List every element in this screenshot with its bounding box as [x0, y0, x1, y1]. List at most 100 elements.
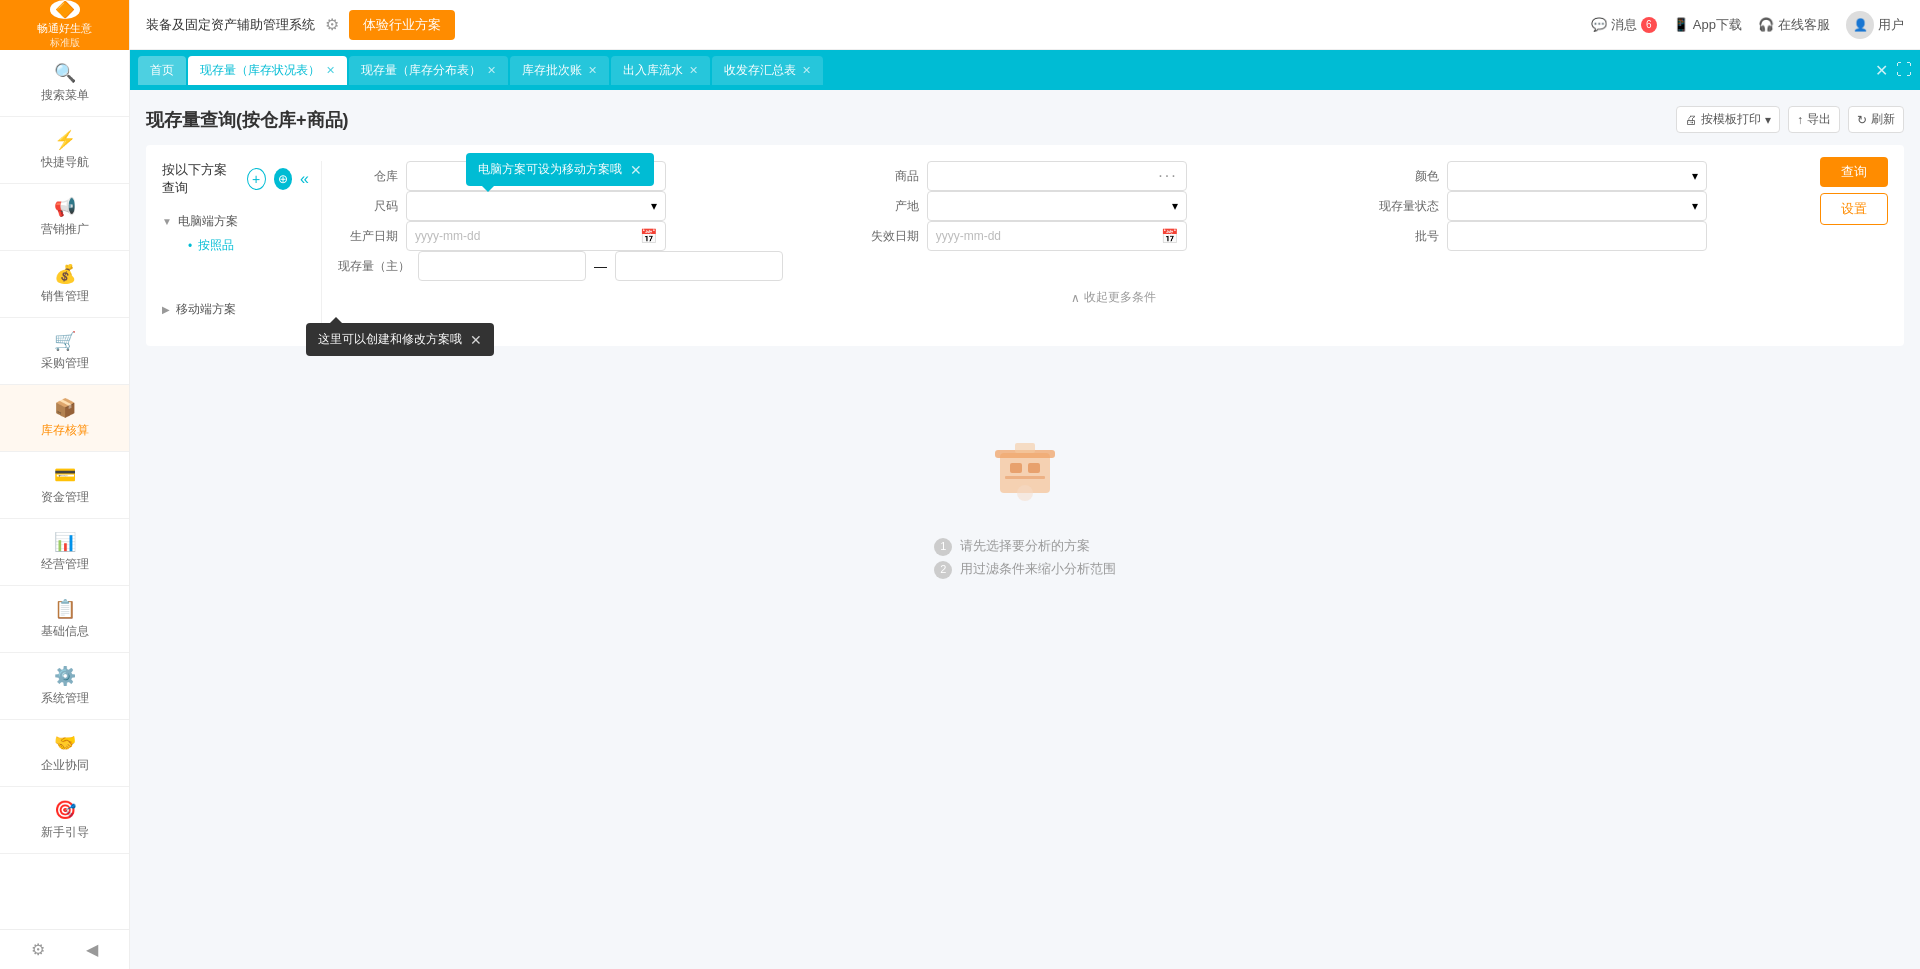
expire-date-input[interactable]: yyyy-mm-dd 📅 — [927, 221, 1187, 251]
scheme-group-arrow: ▼ — [162, 216, 172, 227]
tab-collect-summary-close[interactable]: ✕ — [802, 64, 811, 77]
tab-inventory-dist-close[interactable]: ✕ — [487, 64, 496, 77]
close-all-tabs-icon[interactable]: ✕ — [1875, 61, 1888, 80]
tab-inout-flow-close[interactable]: ✕ — [689, 64, 698, 77]
refresh-icon: ↻ — [1857, 113, 1867, 127]
export-btn[interactable]: ↑ 导出 — [1788, 106, 1840, 133]
app-logo: 🔶 畅通好生意 标准版 — [0, 0, 129, 50]
settings-icon[interactable]: ⚙ — [31, 940, 45, 959]
filter-field-color: 颜色 ▾ — [1379, 161, 1888, 191]
filter-content: 仓库 ··· 商品 ··· — [338, 161, 1888, 330]
refresh-btn[interactable]: ↻ 刷新 — [1848, 106, 1904, 133]
tab-inventory-status-close[interactable]: ✕ — [326, 64, 335, 77]
sales-icon: 💰 — [54, 263, 76, 285]
sidebar-item-guide[interactable]: 🎯 新手引导 — [0, 787, 129, 854]
collapse-filter-btn[interactable]: ∧ 收起更多条件 — [338, 281, 1888, 314]
sidebar-item-quick-nav[interactable]: ⚡ 快捷导航 — [0, 117, 129, 184]
main-area: 装备及固定资产辅助管理系统 ⚙ 体验行业方案 💬 消息 6 📱 App下载 🎧 … — [130, 0, 1920, 969]
tab-inventory-batch-close[interactable]: ✕ — [588, 64, 597, 77]
reset-btn[interactable]: 设置 — [1820, 193, 1888, 225]
sidebar-item-sales[interactable]: 💰 销售管理 — [0, 251, 129, 318]
scheme-group-mobile-header[interactable]: ▶ 移动端方案 — [162, 297, 309, 322]
prod-date-input[interactable]: yyyy-mm-dd 📅 — [406, 221, 666, 251]
scheme-group-desktop-header[interactable]: ▼ 电脑端方案 — [162, 209, 309, 234]
sidebar: 🔶 畅通好生意 标准版 🔍 搜索菜单 ⚡ 快捷导航 📢 营销推广 💰 销售管理 … — [0, 0, 130, 969]
scheme-group-desktop: ▼ 电脑端方案 • 按照品 — [162, 209, 309, 257]
sidebar-item-marketing[interactable]: 📢 营销推广 — [0, 184, 129, 251]
app-download-item[interactable]: 📱 App下载 — [1673, 16, 1742, 34]
tab-inout-flow[interactable]: 出入库流水 ✕ — [611, 56, 710, 85]
basic-info-icon: 📋 — [54, 598, 76, 620]
top-header: 装备及固定资产辅助管理系统 ⚙ 体验行业方案 💬 消息 6 📱 App下载 🎧 … — [130, 0, 1920, 50]
copy-scheme-btn[interactable]: ⊕ — [274, 168, 293, 190]
cooperation-icon: 🤝 — [54, 732, 76, 754]
filter-main: 按以下方案查询 + ⊕ « 电脑方案可设为移动方案哦 ✕ — [162, 161, 1888, 330]
sidebar-item-system[interactable]: ⚙️ 系统管理 — [0, 653, 129, 720]
user-item[interactable]: 👤 用户 — [1846, 11, 1904, 39]
collapse-sidebar-icon[interactable]: ◀ — [86, 940, 98, 959]
gear-icon[interactable]: ⚙ — [325, 15, 339, 34]
phone-icon: 📱 — [1673, 17, 1689, 32]
expire-date-calendar-icon[interactable]: 📅 — [1161, 228, 1178, 244]
sidebar-item-finance[interactable]: 💳 资金管理 — [0, 452, 129, 519]
tab-home[interactable]: 首页 — [138, 56, 186, 85]
close-tooltip1[interactable]: ✕ — [630, 162, 642, 178]
prev-scheme-btn[interactable]: « — [300, 170, 309, 188]
app-subtitle: 标准版 — [50, 36, 80, 50]
empty-state: 1 请先选择要分析的方案 2 用过滤条件来缩小分析范围 — [146, 358, 1904, 641]
sidebar-item-basic-info[interactable]: 📋 基础信息 — [0, 586, 129, 653]
sidebar-item-operations[interactable]: 📊 经营管理 — [0, 519, 129, 586]
stock-qty-max[interactable] — [615, 251, 783, 281]
sidebar-item-cooperation[interactable]: 🤝 企业协同 — [0, 720, 129, 787]
online-support-item[interactable]: 🎧 在线客服 — [1758, 16, 1830, 34]
color-dropdown-icon: ▾ — [1692, 169, 1698, 183]
empty-tip-2: 2 用过滤条件来缩小分析范围 — [934, 557, 1116, 580]
empty-tip-1: 1 请先选择要分析的方案 — [934, 534, 1116, 557]
fullscreen-icon[interactable]: ⛶ — [1896, 61, 1912, 80]
scheme-item-desktop-0[interactable]: • 按照品 — [182, 234, 309, 257]
origin-select[interactable]: ▾ — [927, 191, 1187, 221]
scheme-item-dot: • — [188, 239, 192, 253]
color-select[interactable]: ▾ — [1447, 161, 1707, 191]
header-left: 装备及固定资产辅助管理系统 ⚙ 体验行业方案 — [146, 10, 455, 40]
logo-icon: 🔶 — [50, 0, 80, 19]
range-dash: — — [594, 259, 607, 274]
inventory-icon: 📦 — [54, 397, 76, 419]
close-tooltip2[interactable]: ✕ — [470, 332, 482, 348]
notification-item[interactable]: 💬 消息 6 — [1591, 16, 1657, 34]
sidebar-item-purchase[interactable]: 🛒 采购管理 — [0, 318, 129, 385]
tab-inventory-batch-label: 库存批次账 — [522, 62, 582, 79]
tabs-actions: ✕ ⛶ — [1875, 61, 1912, 80]
tab-inventory-batch[interactable]: 库存批次账 ✕ — [510, 56, 609, 85]
size-select[interactable]: ▾ — [406, 191, 666, 221]
print-btn[interactable]: 🖨 按模板打印 ▾ — [1676, 106, 1780, 133]
empty-tips: 1 请先选择要分析的方案 2 用过滤条件来缩小分析范围 — [934, 534, 1116, 581]
industry-btn[interactable]: 体验行业方案 — [349, 10, 455, 40]
filter-field-goods: 商品 ··· — [859, 161, 1368, 191]
export-icon: ↑ — [1797, 113, 1803, 127]
tooltip-scheme2: 这里可以创建和修改方案哦 ✕ — [306, 323, 494, 356]
guide-icon: 🎯 — [54, 799, 76, 821]
stock-status-dropdown-icon: ▾ — [1692, 199, 1698, 213]
filter-field-expire-date: 失效日期 yyyy-mm-dd 📅 — [859, 221, 1368, 251]
page-title: 现存量查询(按仓库+商品) — [146, 108, 349, 132]
prod-date-calendar-icon[interactable]: 📅 — [640, 228, 657, 244]
tab-collect-summary[interactable]: 收发存汇总表 ✕ — [712, 56, 823, 85]
search-menu-icon: 🔍 — [54, 62, 76, 84]
sidebar-item-inventory[interactable]: 📦 库存核算 — [0, 385, 129, 452]
filter-field-batch: 批号 — [1379, 221, 1888, 251]
stock-qty-min[interactable] — [418, 251, 586, 281]
batch-input[interactable] — [1447, 221, 1707, 251]
stock-status-select[interactable]: ▾ — [1447, 191, 1707, 221]
finance-icon: 💳 — [54, 464, 76, 486]
goods-dots[interactable]: ··· — [1158, 167, 1177, 185]
tab-inventory-status[interactable]: 现存量（库存状况表） ✕ — [188, 56, 347, 85]
expire-date-placeholder: yyyy-mm-dd — [936, 229, 1001, 243]
svg-point-6 — [1017, 485, 1033, 501]
tab-inventory-dist[interactable]: 现存量（库存分布表） ✕ — [349, 56, 508, 85]
sidebar-item-search-menu[interactable]: 🔍 搜索菜单 — [0, 50, 129, 117]
add-scheme-btn[interactable]: + — [247, 168, 266, 190]
stock-status-label: 现存量状态 — [1379, 198, 1439, 215]
search-btn[interactable]: 查询 — [1820, 157, 1888, 187]
goods-select[interactable]: ··· — [927, 161, 1187, 191]
